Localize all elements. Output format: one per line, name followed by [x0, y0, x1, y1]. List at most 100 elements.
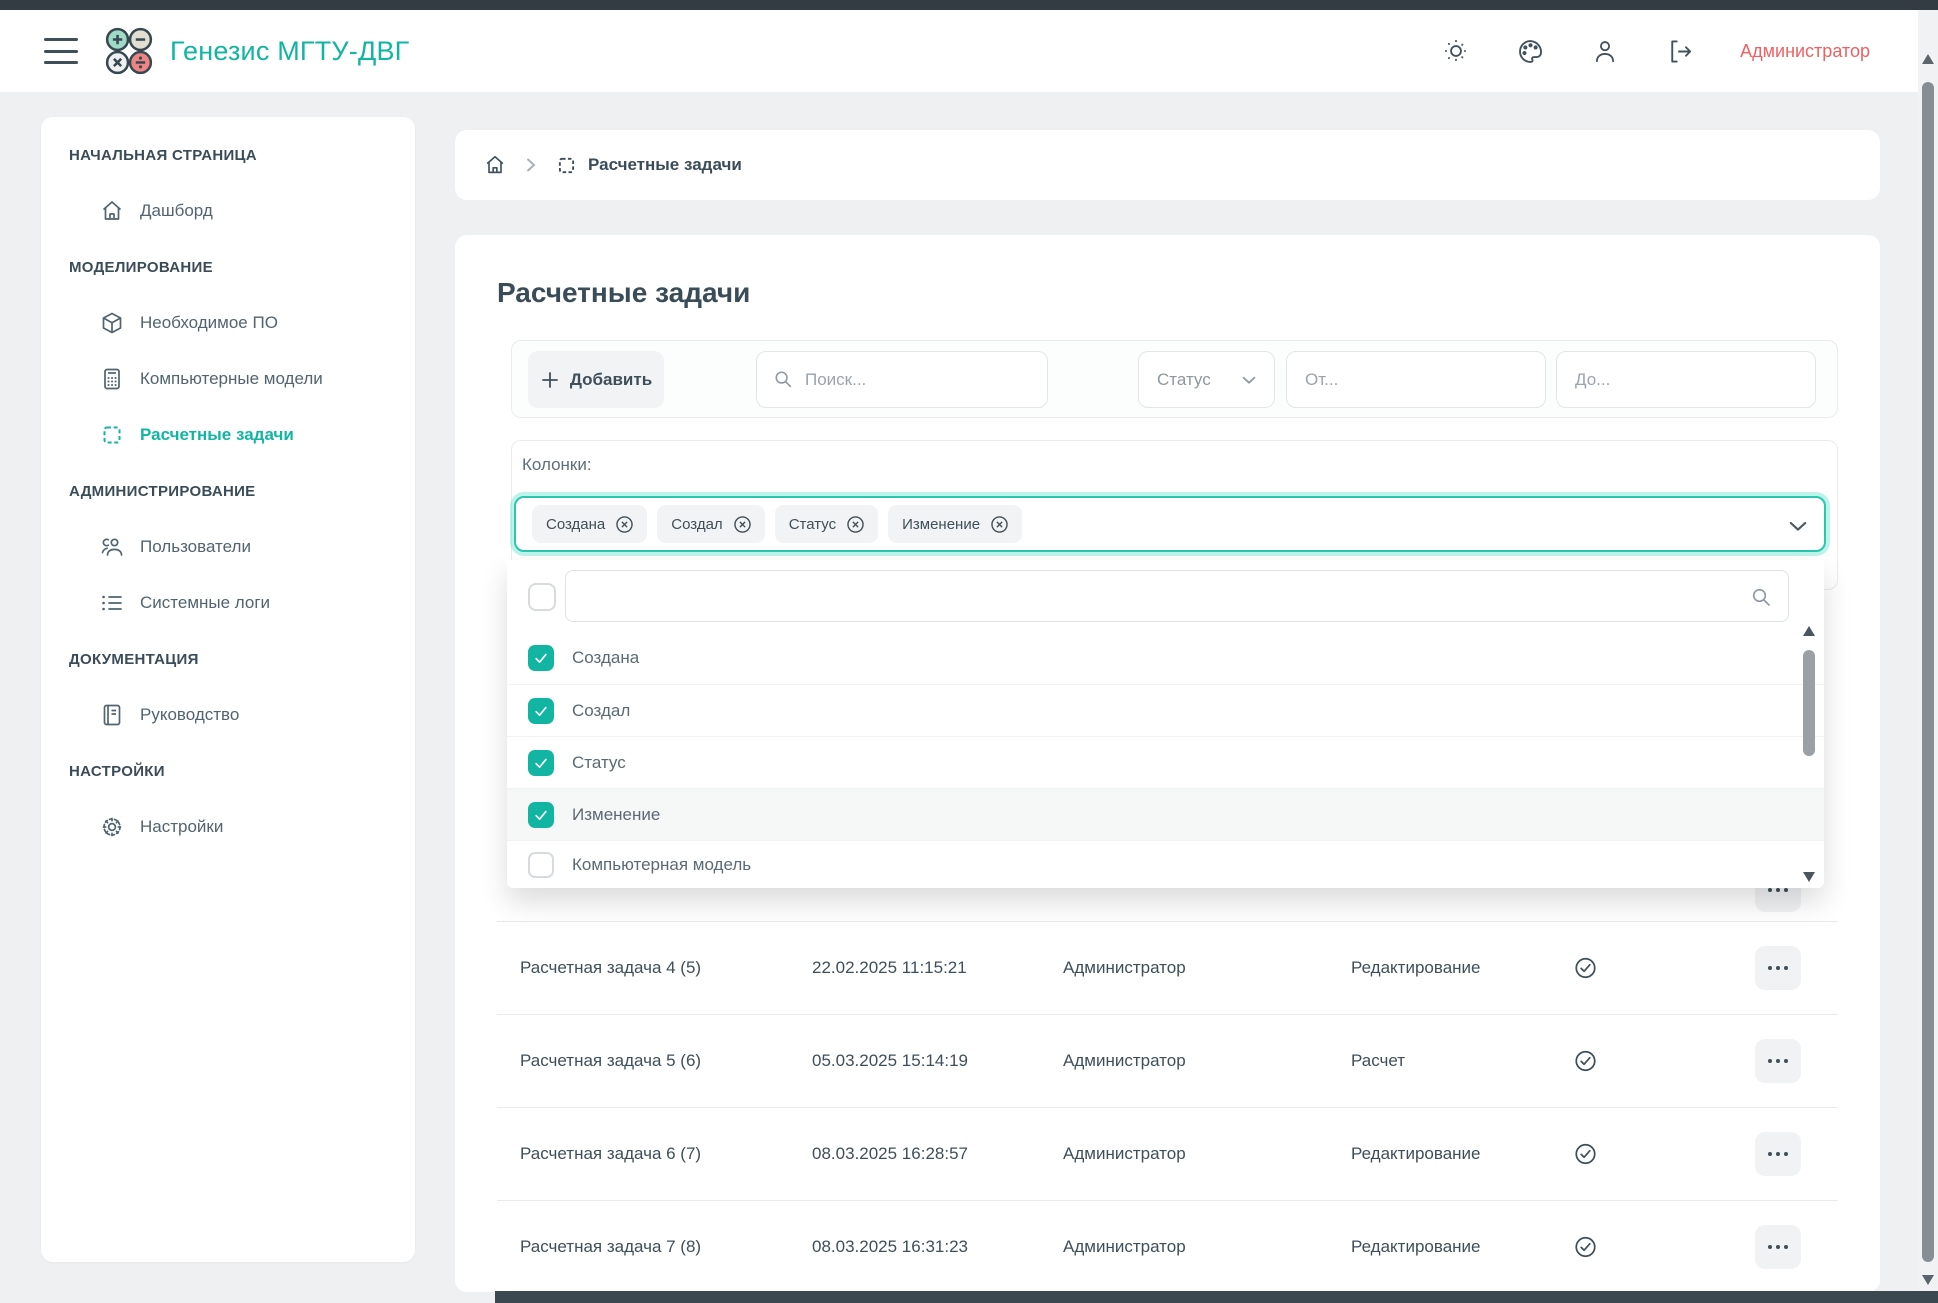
- column-chip: Создана: [532, 505, 648, 543]
- row-actions-button[interactable]: [1755, 1225, 1801, 1269]
- calculator-icon: [99, 366, 125, 392]
- sidebar: НАЧАЛЬНАЯ СТРАНИЦА Дашборд МОДЕЛИРОВАНИЕ…: [41, 117, 415, 1262]
- dropdown-search-field: [565, 570, 1789, 622]
- logout-icon[interactable]: [1665, 37, 1694, 66]
- task-name: Расчетная задача 6 (7): [520, 1144, 702, 1163]
- dropdown-scrollbar-thumb[interactable]: [1803, 650, 1815, 756]
- option-label: Компьютерная модель: [572, 854, 752, 874]
- sidebar-item-computer-models[interactable]: Компьютерные модели: [41, 351, 415, 407]
- column-chip: Статус: [774, 505, 879, 543]
- theme-toggle-icon[interactable]: [1442, 37, 1470, 65]
- menu-toggle-button[interactable]: [44, 38, 78, 64]
- tasks-table: Расчетная задача 4 (5) 22.02.2025 11:15:…: [497, 921, 1838, 1292]
- add-button-label: Добавить: [569, 369, 653, 389]
- book-icon: [99, 702, 125, 728]
- page-title: Расчетные задачи: [497, 277, 751, 308]
- dropdown-options: Создана Создал Статус Изменение Компьюте…: [507, 632, 1824, 888]
- current-user-role[interactable]: Администратор: [1740, 41, 1870, 62]
- dropdown-option-creator[interactable]: Создал: [507, 684, 1824, 736]
- status-select[interactable]: Статус: [1138, 351, 1275, 408]
- select-all-checkbox[interactable]: [528, 583, 556, 611]
- sidebar-item-calculation-tasks[interactable]: Расчетные задачи: [41, 407, 415, 463]
- sidebar-item-label: Необходимое ПО: [140, 313, 278, 332]
- checkbox-checked-icon[interactable]: [528, 749, 554, 776]
- sidebar-item-label: Компьютерные модели: [140, 369, 323, 388]
- sidebar-item-label: Пользователи: [140, 537, 251, 556]
- chevron-down-icon[interactable]: [1786, 514, 1810, 538]
- task-name: Расчетная задача 5 (6): [520, 1051, 702, 1070]
- checkbox-checked-icon[interactable]: [528, 697, 554, 724]
- sidebar-item-label: Дашборд: [140, 201, 213, 220]
- breadcrumb-current: Расчетные задачи: [555, 154, 742, 177]
- breadcrumb-home-icon[interactable]: [483, 153, 507, 177]
- sidebar-section-documentation: ДОКУМЕНТАЦИЯ: [69, 650, 199, 668]
- columns-multiselect[interactable]: Создана Создал Статус Изменение: [514, 496, 1826, 552]
- table-row[interactable]: Расчетная задача 5 (6) 05.03.2025 15:14:…: [497, 1014, 1838, 1107]
- status-select-value: Статус: [1157, 369, 1211, 389]
- task-status: Расчет: [1351, 1051, 1406, 1070]
- search-input[interactable]: [757, 352, 1047, 407]
- row-actions-button[interactable]: [1755, 1039, 1801, 1083]
- sidebar-section-modeling: МОДЕЛИРОВАНИЕ: [69, 258, 213, 276]
- chevron-right-icon: [523, 157, 539, 173]
- scroll-up-arrow[interactable]: [1803, 626, 1815, 636]
- window-scrollbar[interactable]: [1918, 10, 1938, 1303]
- users-icon: [99, 534, 125, 560]
- window-bottom-strip: [495, 1291, 1938, 1303]
- date-to-input[interactable]: [1556, 351, 1816, 408]
- sidebar-item-system-logs[interactable]: Системные логи: [41, 575, 415, 631]
- add-button[interactable]: Добавить: [528, 351, 664, 408]
- sidebar-item-label: Настройки: [140, 817, 224, 836]
- plus-icon: [540, 370, 560, 390]
- checkbox-checked-icon[interactable]: [528, 801, 554, 828]
- checkbox-unchecked-icon[interactable]: [528, 851, 554, 878]
- date-from-input[interactable]: [1286, 351, 1546, 408]
- remove-chip-icon[interactable]: [989, 514, 1010, 535]
- column-chip-label: Создана: [546, 515, 606, 533]
- palette-icon[interactable]: [1516, 37, 1545, 66]
- sidebar-item-manual[interactable]: Руководство: [41, 687, 415, 743]
- window-top-strip: [0, 0, 1938, 10]
- sidebar-item-label: Руководство: [140, 705, 240, 724]
- dropdown-scrollbar[interactable]: [1802, 624, 1816, 884]
- scroll-down-arrow[interactable]: [1922, 1275, 1934, 1285]
- sidebar-section-settings: НАСТРОЙКИ: [69, 762, 165, 780]
- window-scrollbar-thumb[interactable]: [1922, 82, 1934, 1262]
- table-row[interactable]: Расчетная задача 6 (7) 08.03.2025 16:28:…: [497, 1107, 1838, 1200]
- table-row[interactable]: Расчетная задача 4 (5) 22.02.2025 11:15:…: [497, 921, 1838, 1014]
- dropdown-search-row: [507, 570, 1824, 622]
- chevron-down-icon: [1240, 371, 1258, 389]
- chip-icon: [99, 422, 125, 448]
- status-check-icon: [1573, 1049, 1598, 1074]
- column-chip-label: Статус: [788, 515, 837, 533]
- remove-chip-icon[interactable]: [614, 514, 635, 535]
- dropdown-option-computer-model[interactable]: Компьютерная модель: [507, 840, 1824, 888]
- row-actions-button[interactable]: [1755, 1132, 1801, 1176]
- task-author: Администратор: [1063, 1144, 1186, 1163]
- row-actions-button[interactable]: [1755, 946, 1801, 990]
- breadcrumb-current-label: Расчетные задачи: [588, 155, 742, 174]
- log-list-icon: [99, 590, 125, 616]
- task-author: Администратор: [1063, 958, 1186, 977]
- scroll-up-arrow[interactable]: [1922, 54, 1934, 64]
- remove-chip-icon[interactable]: [845, 514, 866, 535]
- sidebar-item-label: Расчетные задачи: [140, 425, 294, 444]
- sidebar-item-settings[interactable]: Настройки: [41, 799, 415, 855]
- task-created: 08.03.2025 16:31:23: [812, 1237, 968, 1256]
- user-profile-icon[interactable]: [1591, 37, 1619, 65]
- dropdown-search-input[interactable]: [566, 571, 1788, 621]
- table-row[interactable]: Расчетная задача 7 (8) 08.03.2025 16:31:…: [497, 1200, 1838, 1292]
- dropdown-option-change[interactable]: Изменение: [507, 788, 1824, 840]
- sidebar-item-label: Системные логи: [140, 593, 271, 612]
- dropdown-option-created[interactable]: Создана: [507, 632, 1824, 684]
- checkbox-checked-icon[interactable]: [528, 645, 554, 671]
- remove-chip-icon[interactable]: [732, 514, 753, 535]
- option-label: Изменение: [572, 804, 661, 824]
- scroll-down-arrow[interactable]: [1803, 872, 1815, 882]
- sidebar-item-dashboard[interactable]: Дашборд: [41, 183, 415, 239]
- column-chip-label: Изменение: [902, 515, 981, 533]
- sidebar-item-required-software[interactable]: Необходимое ПО: [41, 295, 415, 351]
- dropdown-option-status[interactable]: Статус: [507, 736, 1824, 788]
- sidebar-item-users[interactable]: Пользователи: [41, 519, 415, 575]
- task-author: Администратор: [1063, 1237, 1186, 1256]
